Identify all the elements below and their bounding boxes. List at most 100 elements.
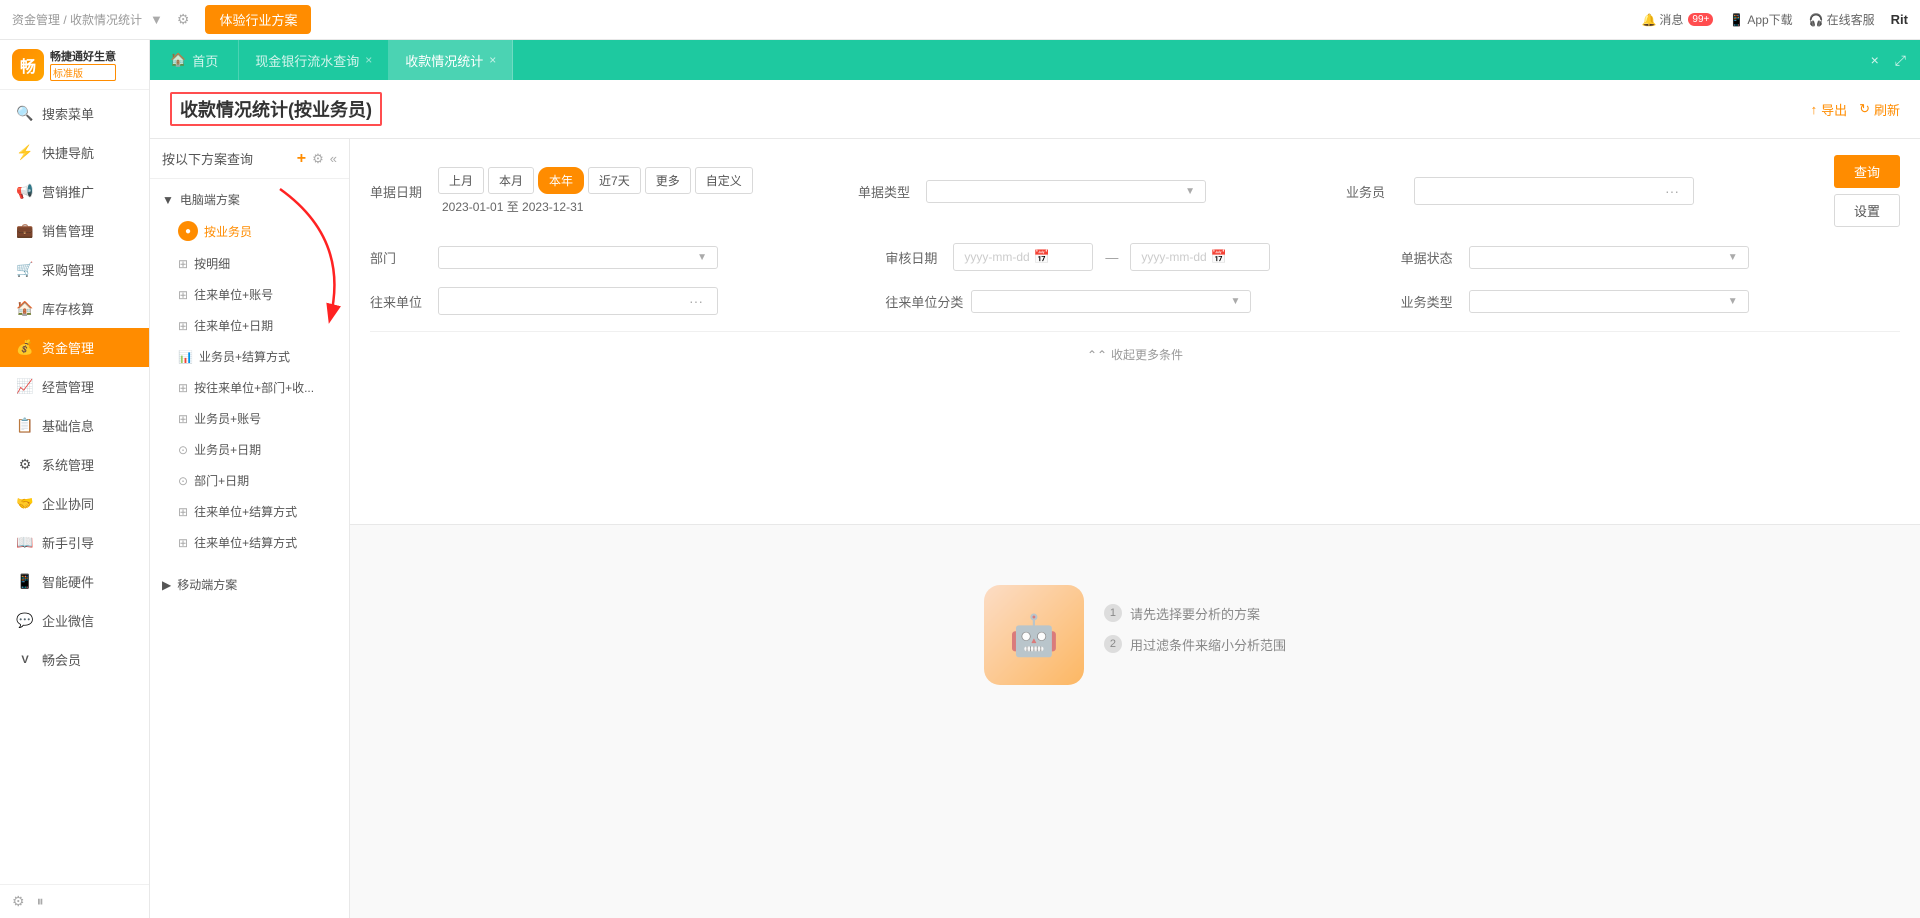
dropdown-icon[interactable]: ▼	[150, 12, 163, 27]
operations-icon: 📈	[16, 378, 34, 395]
sidebar-item-quick-nav[interactable]: ⚡ 快捷导航	[0, 133, 149, 172]
nav-items: 🔍 搜索菜单 ⚡ 快捷导航 📢 营销推广 💼 销售管理 🛒 采购管理 🏠	[0, 90, 149, 884]
panel-header-label: 按以下方案查询	[162, 149, 253, 168]
trial-btn[interactable]: 体验行业方案	[205, 5, 311, 34]
sidebar-item-collab[interactable]: 🤝 企业协同	[0, 484, 149, 523]
scheme-item-by-salesperson[interactable]: ● 按业务员	[150, 214, 349, 248]
review-date-end[interactable]: yyyy-mm-dd 📅	[1130, 243, 1270, 271]
date-custom-btn[interactable]: 自定义	[695, 167, 753, 194]
scheme-item-salesperson-date[interactable]: ⊙ 业务员+日期	[150, 434, 349, 465]
date-this-month-btn[interactable]: 本月	[488, 167, 534, 194]
dept-date-icon: ⊙	[178, 474, 188, 488]
biz-type-select[interactable]: ▼	[1469, 290, 1749, 313]
date-last-month-btn[interactable]: 上月	[438, 167, 484, 194]
partner-select[interactable]: ···	[438, 287, 718, 315]
top-bar: 资金管理 / 收款情况统计 ▼ ⚙ 体验行业方案 🔔 消息 99+ 📱 App下…	[0, 0, 1920, 40]
sidebar-item-guide[interactable]: 📖 新手引导	[0, 523, 149, 562]
sidebar-item-basics[interactable]: 📋 基础信息	[0, 406, 149, 445]
tab-cash-flow-close[interactable]: ×	[365, 53, 372, 67]
tab-close-all-btn[interactable]: ×	[1865, 48, 1885, 72]
collapse-more-btn[interactable]: ⌃⌃ 收起更多条件	[1087, 342, 1183, 367]
sidebar-item-purchase[interactable]: 🛒 采购管理	[0, 250, 149, 289]
tab-cash-flow[interactable]: 现金银行流水查询 ×	[239, 40, 389, 80]
review-date-end-placeholder: yyyy-mm-dd	[1141, 250, 1206, 264]
tab-maximize-btn[interactable]: ⤢	[1889, 48, 1912, 73]
date-7days-btn[interactable]: 近7天	[588, 167, 641, 194]
online-service-btn[interactable]: 🎧 在线客服	[1809, 11, 1875, 28]
partner-more-dots[interactable]: ···	[685, 293, 707, 309]
collapse-sidebar-icon[interactable]: ⏸	[37, 893, 44, 910]
search-icon: 🔍	[16, 105, 34, 122]
nav-label: 库存核算	[42, 299, 94, 318]
export-btn[interactable]: ↑ 导出	[1811, 100, 1848, 119]
receipt-type-select[interactable]: ▼	[926, 180, 1206, 203]
content-area: 按以下方案查询 + ⚙ «	[150, 139, 1920, 918]
query-btn[interactable]: 查询	[1834, 155, 1900, 188]
nav-label: 营销推广	[42, 182, 94, 201]
scheme-item-partner-settlement1[interactable]: ⊞ 往来单位+结算方式	[150, 496, 349, 527]
settings-icon[interactable]: ⚙	[177, 11, 190, 28]
sidebar-item-hardware[interactable]: 📱 智能硬件	[0, 562, 149, 601]
receipt-status-select[interactable]: ▼	[1469, 246, 1749, 269]
refresh-btn[interactable]: ↻ 刷新	[1859, 100, 1900, 119]
date-range-display: 2023-01-01 至 2023-12-31	[442, 198, 583, 215]
setting-btn[interactable]: 设置	[1834, 194, 1900, 227]
tab-cash-flow-label: 现金银行流水查询	[255, 51, 359, 70]
hardware-icon: 📱	[16, 573, 34, 590]
review-date-field: 审核日期 yyyy-mm-dd 📅 — yyyy-mm-dd 📅	[885, 243, 1384, 271]
app-download-btn[interactable]: 📱 App下载	[1729, 11, 1792, 28]
partner-category-select[interactable]: ▼	[971, 290, 1251, 313]
review-date-start[interactable]: yyyy-mm-dd 📅	[953, 243, 1093, 271]
review-date-start-placeholder: yyyy-mm-dd	[964, 250, 1029, 264]
scheme-item-dept-date[interactable]: ⊙ 部门+日期	[150, 465, 349, 496]
biz-type-label: 业务类型	[1401, 292, 1461, 311]
sidebar-item-system[interactable]: ⚙ 系统管理	[0, 445, 149, 484]
section-mobile[interactable]: ▶ 移动端方案	[150, 570, 349, 599]
sidebar-item-search[interactable]: 🔍 搜索菜单	[0, 94, 149, 133]
message-btn[interactable]: 🔔 消息 99+	[1641, 11, 1713, 28]
scheme-item-partner-account[interactable]: ⊞ 往来单位+账号	[150, 279, 349, 310]
username-display[interactable]: Rit	[1891, 12, 1908, 27]
salesperson-more-dots[interactable]: ···	[1661, 183, 1683, 199]
nav-label: 智能硬件	[42, 572, 94, 591]
add-scheme-btn[interactable]: +	[297, 150, 306, 168]
sidebar-item-member[interactable]: V 畅会员	[0, 640, 149, 679]
salesperson-field: 业务员 ···	[1346, 177, 1818, 205]
sidebar-item-marketing[interactable]: 📢 营销推广	[0, 172, 149, 211]
date-this-year-btn[interactable]: 本年	[538, 167, 584, 194]
scheme-item-partner-settlement2[interactable]: ⊞ 往来单位+结算方式	[150, 527, 349, 558]
scheme-item-partner-dept[interactable]: ⊞ 按往来单位+部门+收...	[150, 372, 349, 403]
date-label: 单据日期	[370, 182, 430, 201]
scheme-item-detail[interactable]: ⊞ 按明细	[150, 248, 349, 279]
partner-dept-icon: ⊞	[178, 381, 188, 395]
pcategory-chevron-icon: ▼	[1230, 296, 1240, 307]
logo-text: 畅捷通好生意 标准版	[50, 48, 116, 81]
receipt-type-field: 单据类型 ▼	[858, 180, 1330, 203]
dept-select[interactable]: ▼	[438, 246, 718, 269]
salesperson-select[interactable]: ···	[1414, 177, 1694, 205]
sidebar: 畅 畅捷通好生意 标准版 🔍 搜索菜单 ⚡ 快捷导航 📢 营销推广 💼	[0, 40, 150, 918]
biz-chevron-icon: ▼	[1728, 296, 1738, 307]
sidebar-item-inventory[interactable]: 🏠 库存核算	[0, 289, 149, 328]
robot-illustration: 🤖	[984, 585, 1084, 685]
scheme-item-partner-date[interactable]: ⊞ 往来单位+日期	[150, 310, 349, 341]
marketing-icon: 📢	[16, 183, 34, 200]
panel-header: 按以下方案查询 + ⚙ «	[150, 139, 349, 179]
tab-home[interactable]: 🏠 首页	[150, 40, 239, 80]
sales-settle-icon: 📊	[178, 350, 193, 364]
status-chevron-icon: ▼	[1728, 252, 1738, 263]
tab-collection-close[interactable]: ×	[489, 53, 496, 67]
scheme-item-salesperson-settlement[interactable]: 📊 业务员+结算方式	[150, 341, 349, 372]
tab-collection[interactable]: 收款情况统计 ×	[389, 40, 513, 80]
settings-bottom-icon[interactable]: ⚙	[12, 893, 25, 910]
collapse-panel-btn[interactable]: «	[330, 151, 337, 166]
date-more-btn[interactable]: 更多	[645, 167, 691, 194]
section-desktop[interactable]: ▼ 电脑端方案	[150, 185, 349, 214]
scheme-item-salesperson-account[interactable]: ⊞ 业务员+账号	[150, 403, 349, 434]
sidebar-item-finance[interactable]: 💰 资金管理	[0, 328, 149, 367]
sidebar-item-operations[interactable]: 📈 经营管理	[0, 367, 149, 406]
scheme-settings-btn[interactable]: ⚙	[312, 151, 324, 167]
sidebar-item-wechat[interactable]: 💬 企业微信	[0, 601, 149, 640]
sidebar-item-sales[interactable]: 💼 销售管理	[0, 211, 149, 250]
collab-icon: 🤝	[16, 495, 34, 512]
